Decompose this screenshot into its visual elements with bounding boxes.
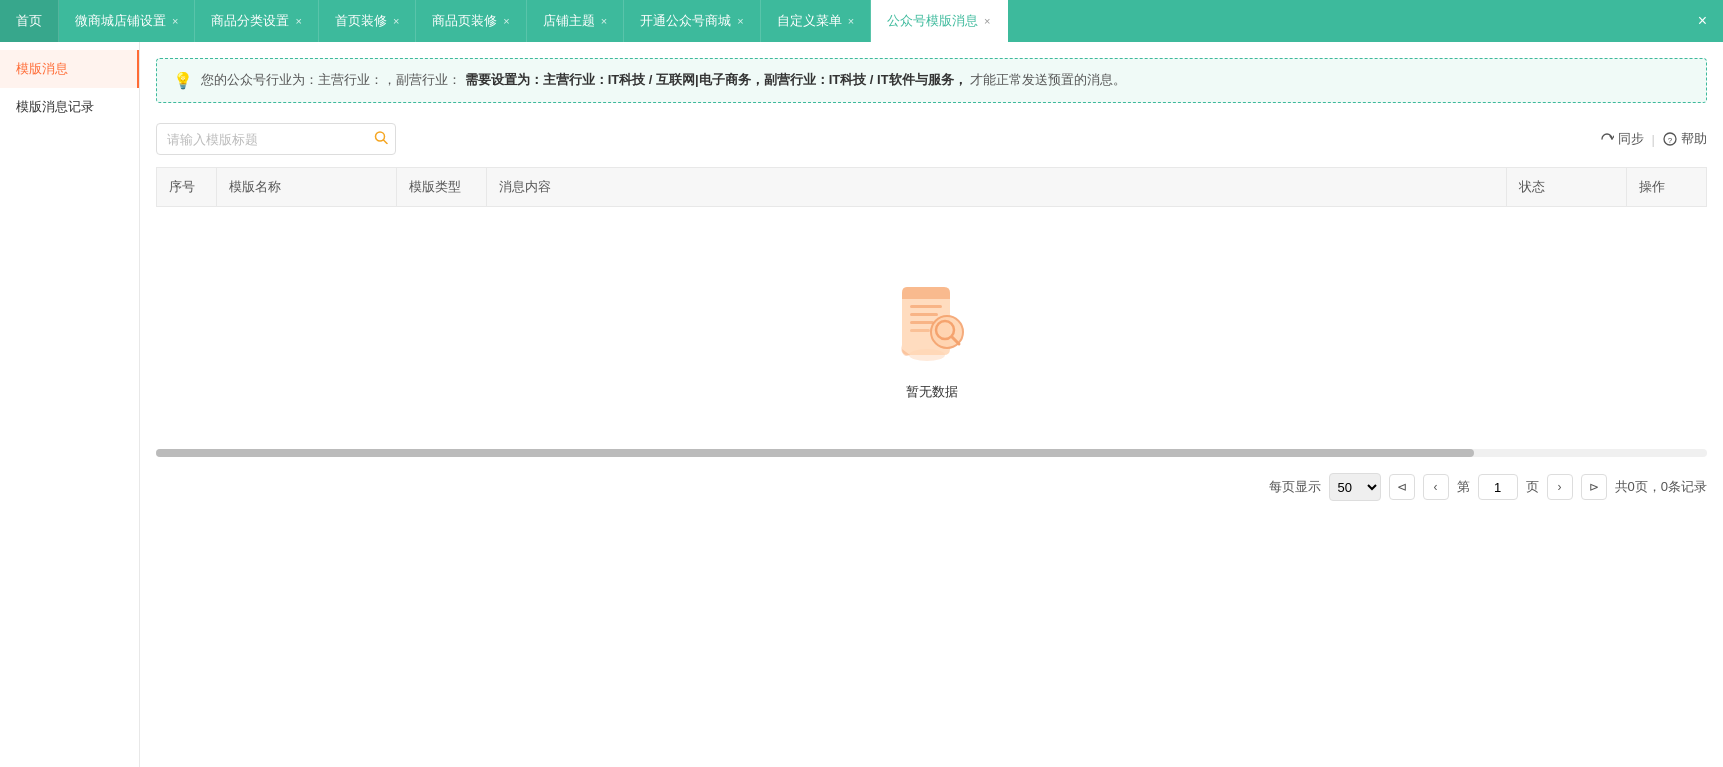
bulb-icon: 💡 bbox=[173, 71, 193, 90]
page-number-input[interactable] bbox=[1478, 474, 1518, 500]
tab-shop-theme[interactable]: 店铺主题 × bbox=[527, 0, 624, 42]
col-header-type: 模版类型 bbox=[397, 168, 487, 207]
toolbar-right: 同步 | ? 帮助 bbox=[1600, 130, 1707, 148]
svg-rect-7 bbox=[910, 321, 934, 324]
close-home-decor[interactable]: × bbox=[393, 15, 399, 27]
tab-open-mall[interactable]: 开通公众号商城 × bbox=[624, 0, 760, 42]
tab-product-decor-label: 商品页装修 bbox=[432, 12, 497, 30]
help-button[interactable]: ? 帮助 bbox=[1663, 130, 1707, 148]
tab-category-label: 商品分类设置 bbox=[211, 12, 289, 30]
total-info: 共0页，0条记录 bbox=[1615, 478, 1707, 496]
empty-state-row: 暂无数据 bbox=[157, 207, 1707, 442]
search-bar: 同步 | ? 帮助 bbox=[156, 123, 1707, 155]
tab-open-mall-label: 开通公众号商城 bbox=[640, 12, 731, 30]
notice-bold: 需要设置为：主营行业：IT科技 / 互联网|电子商务，副营行业：IT科技 / I… bbox=[465, 72, 967, 87]
close-category[interactable]: × bbox=[295, 15, 301, 27]
page-prefix: 第 bbox=[1457, 478, 1470, 496]
data-table: 序号 模版名称 模版类型 消息内容 状态 操作 bbox=[156, 167, 1707, 441]
empty-state: 暂无数据 bbox=[157, 207, 1707, 441]
tab-custom-menu-label: 自定义菜单 bbox=[777, 12, 842, 30]
tab-custom-menu[interactable]: 自定义菜单 × bbox=[761, 0, 871, 42]
help-icon: ? bbox=[1663, 132, 1677, 146]
svg-rect-8 bbox=[910, 329, 930, 332]
main-content: 💡 您的公众号行业为：主营行业：，副营行业： 需要设置为：主营行业：IT科技 /… bbox=[140, 42, 1723, 767]
close-all-button[interactable]: × bbox=[1682, 12, 1723, 30]
tab-product-decor[interactable]: 商品页装修 × bbox=[416, 0, 526, 42]
help-label: 帮助 bbox=[1681, 130, 1707, 148]
svg-rect-6 bbox=[910, 313, 938, 316]
search-icon bbox=[374, 131, 388, 145]
tab-micro-shop[interactable]: 微商城店铺设置 × bbox=[59, 0, 195, 42]
first-page-button[interactable]: ⊲ bbox=[1389, 474, 1415, 500]
page-suffix: 页 bbox=[1526, 478, 1539, 496]
tab-home-decor-label: 首页装修 bbox=[335, 12, 387, 30]
search-button[interactable] bbox=[374, 131, 388, 148]
svg-line-1 bbox=[384, 140, 388, 144]
empty-illustration bbox=[882, 267, 982, 367]
search-input[interactable] bbox=[156, 123, 396, 155]
close-open-mall[interactable]: × bbox=[737, 15, 743, 27]
sidebar: 模版消息 模版消息记录 bbox=[0, 42, 140, 767]
tab-micro-shop-label: 微商城店铺设置 bbox=[75, 12, 166, 30]
scroll-thumb[interactable] bbox=[156, 449, 1474, 457]
close-custom-menu[interactable]: × bbox=[848, 15, 854, 27]
close-micro-shop[interactable]: × bbox=[172, 15, 178, 27]
notice-suffix: 才能正常发送预置的消息。 bbox=[970, 72, 1126, 87]
close-product-decor[interactable]: × bbox=[503, 15, 509, 27]
horizontal-scrollbar[interactable] bbox=[156, 449, 1707, 457]
notice-text: 您的公众号行业为：主营行业：，副营行业： 需要设置为：主营行业：IT科技 / 互… bbox=[201, 71, 1126, 89]
prev-page-button[interactable]: ‹ bbox=[1423, 474, 1449, 500]
tab-template-msg[interactable]: 公众号模版消息 × bbox=[871, 0, 1007, 42]
notice-box: 💡 您的公众号行业为：主营行业：，副营行业： 需要设置为：主营行业：IT科技 /… bbox=[156, 58, 1707, 103]
layout: 模版消息 模版消息记录 💡 您的公众号行业为：主营行业：，副营行业： 需要设置为… bbox=[0, 42, 1723, 767]
tab-category[interactable]: 商品分类设置 × bbox=[195, 0, 318, 42]
close-template-msg[interactable]: × bbox=[984, 15, 990, 27]
col-header-index: 序号 bbox=[157, 168, 217, 207]
last-page-button[interactable]: ⊳ bbox=[1581, 474, 1607, 500]
svg-rect-5 bbox=[910, 305, 942, 308]
tab-shop-theme-label: 店铺主题 bbox=[543, 12, 595, 30]
page-size-select[interactable]: 50 10 20 100 bbox=[1329, 473, 1381, 501]
empty-text: 暂无数据 bbox=[906, 383, 958, 401]
notice-prefix: 您的公众号行业为：主营行业：，副营行业： bbox=[201, 72, 461, 87]
sync-button[interactable]: 同步 bbox=[1600, 130, 1644, 148]
tab-home-decor[interactable]: 首页装修 × bbox=[319, 0, 416, 42]
search-input-wrap bbox=[156, 123, 396, 155]
col-header-content: 消息内容 bbox=[487, 168, 1507, 207]
close-shop-theme[interactable]: × bbox=[601, 15, 607, 27]
table-header-row: 序号 模版名称 模版类型 消息内容 状态 操作 bbox=[157, 168, 1707, 207]
svg-text:?: ? bbox=[1668, 136, 1673, 145]
col-header-status: 状态 bbox=[1507, 168, 1627, 207]
tab-home-label: 首页 bbox=[16, 12, 42, 30]
sidebar-item-template-record[interactable]: 模版消息记录 bbox=[0, 88, 139, 126]
tab-template-msg-label: 公众号模版消息 bbox=[887, 12, 978, 30]
sidebar-item-template-message-label: 模版消息 bbox=[16, 61, 68, 76]
sync-label: 同步 bbox=[1618, 130, 1644, 148]
col-header-action: 操作 bbox=[1627, 168, 1707, 207]
sync-icon bbox=[1600, 132, 1614, 146]
top-nav: 首页 微商城店铺设置 × 商品分类设置 × 首页装修 × 商品页装修 × 店铺主… bbox=[0, 0, 1723, 42]
next-page-button[interactable]: › bbox=[1547, 474, 1573, 500]
sidebar-item-template-record-label: 模版消息记录 bbox=[16, 99, 94, 114]
toolbar-divider: | bbox=[1652, 132, 1655, 147]
col-header-name: 模版名称 bbox=[217, 168, 397, 207]
tab-home[interactable]: 首页 bbox=[0, 0, 59, 42]
page-size-label: 每页显示 bbox=[1269, 478, 1321, 496]
pagination: 每页显示 50 10 20 100 ⊲ ‹ 第 页 › ⊳ 共0页，0条记录 bbox=[156, 465, 1707, 509]
sidebar-item-template-message[interactable]: 模版消息 bbox=[0, 50, 139, 88]
